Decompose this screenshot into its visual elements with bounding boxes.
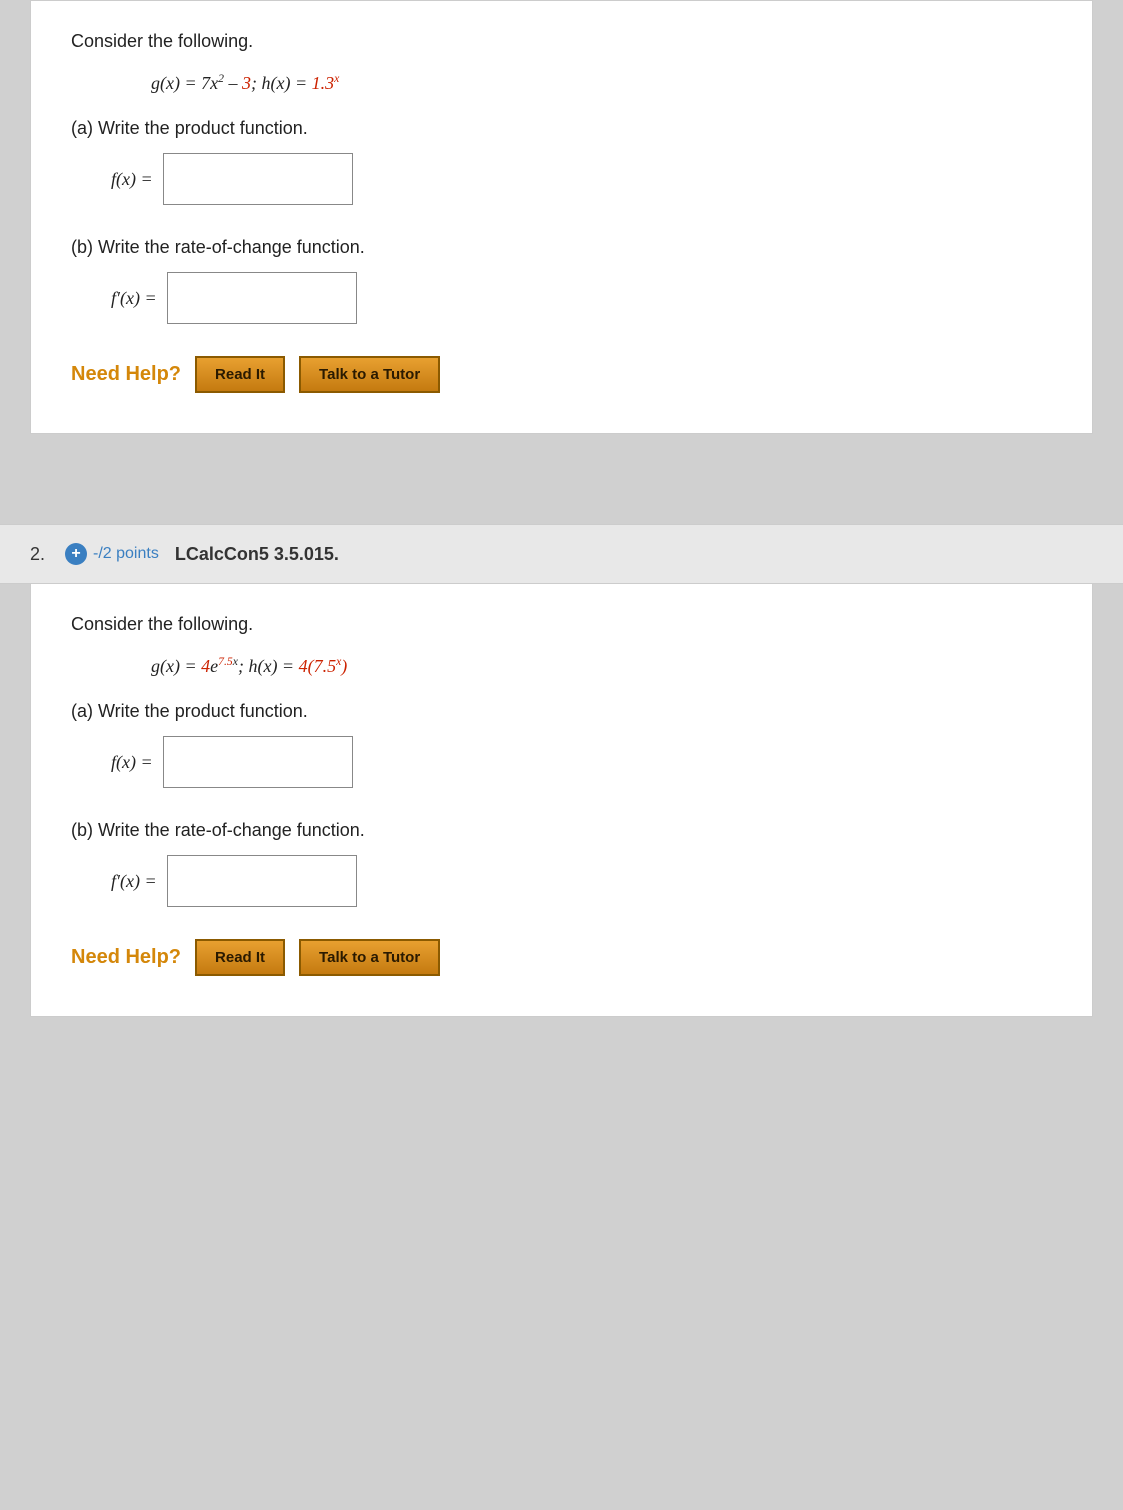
- q2-fx-row: f(x) =: [71, 736, 1052, 788]
- q1-consider-text: Consider the following.: [71, 31, 1052, 52]
- q2-need-help-row: Need Help? Read It Talk to a Tutor: [71, 939, 1052, 976]
- plus-circle-icon[interactable]: +: [65, 543, 87, 565]
- q2-talk-button[interactable]: Talk to a Tutor: [299, 939, 440, 976]
- section-gap: [0, 434, 1123, 484]
- q2-g-e: e7.5x; h(x) =: [210, 656, 298, 676]
- q1-h-part: ; h(x) =: [251, 73, 312, 93]
- q2-title: LCalcCon5 3.5.015.: [175, 544, 339, 565]
- q2-need-help-label: Need Help?: [71, 946, 181, 969]
- q1-fpx-input[interactable]: [167, 272, 357, 324]
- question2-section: Consider the following. g(x) = 4e7.5x; h…: [30, 584, 1093, 1017]
- q1-fx-input[interactable]: [163, 153, 353, 205]
- q1-need-help-row: Need Help? Read It Talk to a Tutor: [71, 356, 1052, 393]
- q2-fx-input[interactable]: [163, 736, 353, 788]
- q1-fx-row: f(x) =: [71, 153, 1052, 205]
- q2-h-red: 4(7.5x): [299, 656, 348, 676]
- q1-fpx-label: f′(x) =: [111, 288, 157, 309]
- q2-consider-text: Consider the following.: [71, 614, 1052, 635]
- q2-fpx-label: f′(x) =: [111, 871, 157, 892]
- q2-g-red: 4: [201, 656, 210, 676]
- q1-h-red: 1.3x: [312, 73, 340, 93]
- q1-talk-button[interactable]: Talk to a Tutor: [299, 356, 440, 393]
- q2-points-badge: + -/2 points: [65, 543, 159, 565]
- page-container: Consider the following. g(x) = 7x2 – 3; …: [0, 0, 1123, 1017]
- q2-points-text: -/2 points: [93, 545, 159, 563]
- q1-formula: g(x) = 7x2 – 3; h(x) = 1.3x: [71, 72, 1052, 94]
- q2-fpx-row: f′(x) =: [71, 855, 1052, 907]
- question2-header: 2. + -/2 points LCalcCon5 3.5.015.: [0, 524, 1123, 584]
- q1-fx-label: f(x) =: [111, 169, 153, 190]
- q1-read-it-button[interactable]: Read It: [195, 356, 285, 393]
- q2-fx-label: f(x) =: [111, 752, 153, 773]
- q1-fpx-row: f′(x) =: [71, 272, 1052, 324]
- q2-read-it-button[interactable]: Read It: [195, 939, 285, 976]
- q1-need-help-label: Need Help?: [71, 363, 181, 386]
- q1-part-b-label: (b) Write the rate-of-change function.: [71, 237, 1052, 258]
- q2-g-part: g(x) =: [151, 656, 201, 676]
- question1-section: Consider the following. g(x) = 7x2 – 3; …: [30, 0, 1093, 434]
- q2-part-a-label: (a) Write the product function.: [71, 701, 1052, 722]
- q2-part-b-label: (b) Write the rate-of-change function.: [71, 820, 1052, 841]
- q1-g-part: g(x) = 7x2 –: [151, 73, 242, 93]
- q2-formula: g(x) = 4e7.5x; h(x) = 4(7.5x): [71, 655, 1052, 677]
- q2-fpx-input[interactable]: [167, 855, 357, 907]
- q2-number: 2.: [30, 544, 45, 565]
- q1-part-a-label: (a) Write the product function.: [71, 118, 1052, 139]
- q1-g-red: 3: [242, 73, 251, 93]
